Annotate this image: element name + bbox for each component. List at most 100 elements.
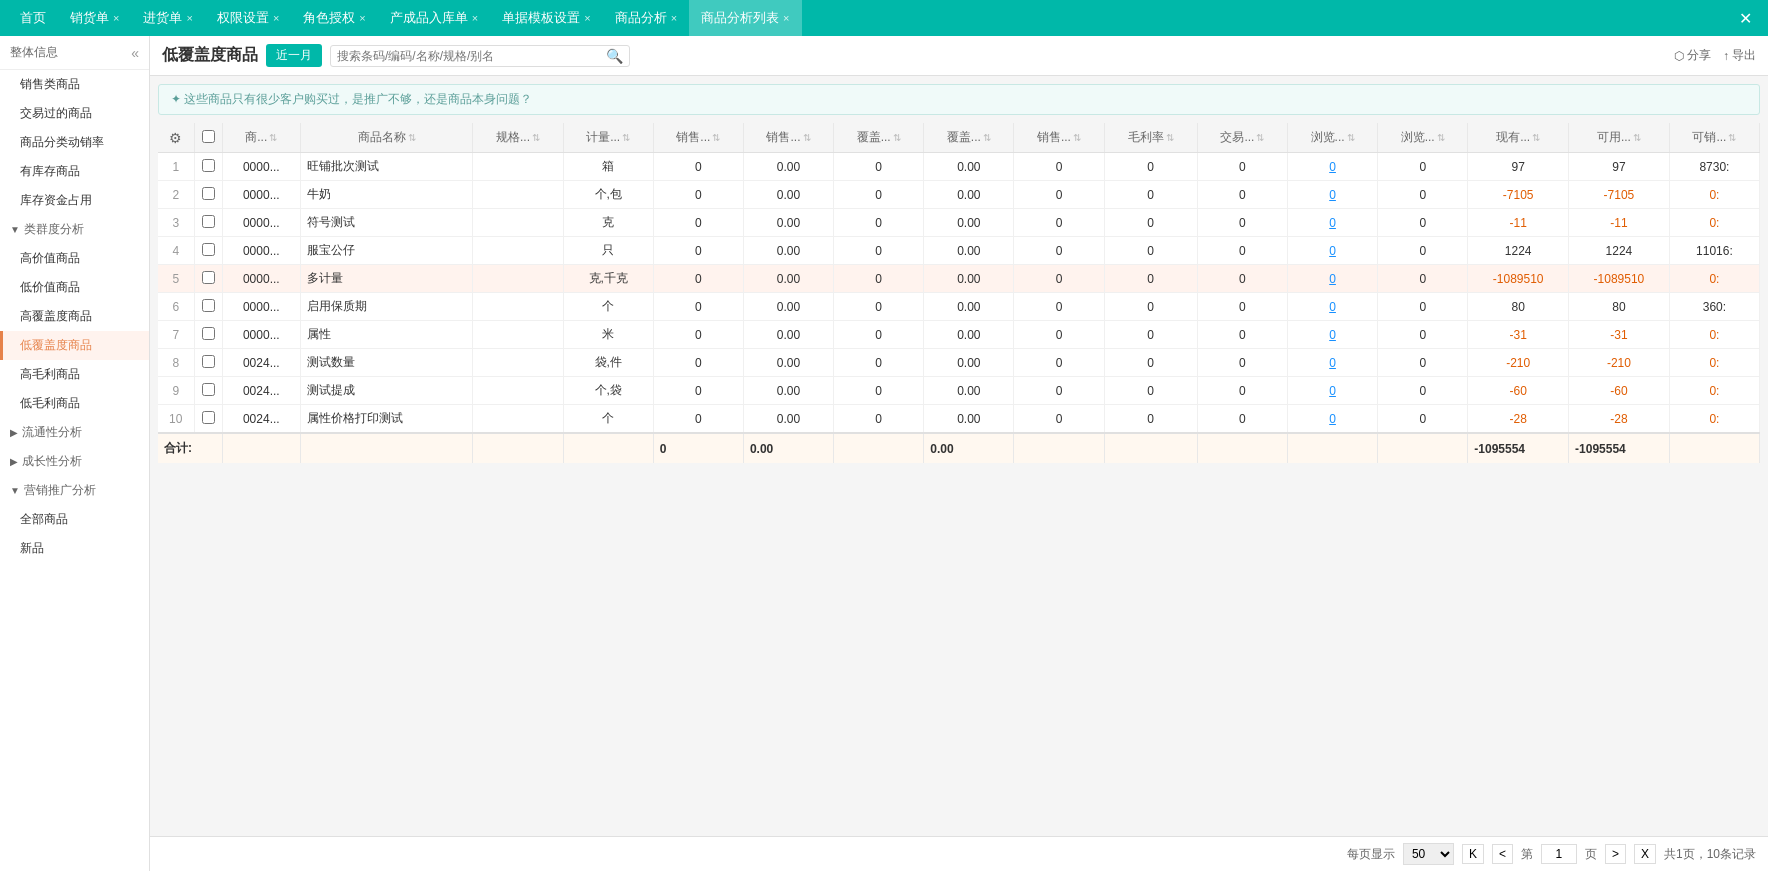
- th-unit[interactable]: 计量...⇅: [563, 123, 653, 153]
- th-spec[interactable]: 规格...⇅: [473, 123, 563, 153]
- nav-sales-order[interactable]: 销货单 ×: [58, 0, 131, 36]
- sidebar-section-growth[interactable]: ▶ 成长性分析: [0, 447, 149, 476]
- period-button[interactable]: 近一月: [266, 44, 322, 67]
- row-browse1[interactable]: 0: [1287, 153, 1377, 181]
- sidebar-item-in-stock[interactable]: 有库存商品: [0, 157, 149, 186]
- th-cover1[interactable]: 覆盖...⇅: [834, 123, 924, 153]
- sidebar-item-sales-goods[interactable]: 销售类商品: [0, 70, 149, 99]
- row-browse1[interactable]: 0: [1287, 209, 1377, 237]
- sidebar-item-low-coverage[interactable]: 低覆盖度商品: [0, 331, 149, 360]
- nav-role-auth[interactable]: 角色授权 ×: [291, 0, 377, 36]
- nav-close-purchase[interactable]: ×: [186, 12, 192, 24]
- sidebar-collapse-btn[interactable]: «: [131, 45, 139, 61]
- row-checkbox-cell[interactable]: [194, 265, 222, 293]
- row-checkbox-cell[interactable]: [194, 405, 222, 434]
- row-checkbox[interactable]: [202, 243, 215, 256]
- nav-close-template[interactable]: ×: [584, 12, 590, 24]
- nav-close-finished[interactable]: ×: [472, 12, 478, 24]
- sidebar-section-liquidity[interactable]: ▶ 流通性分析: [0, 418, 149, 447]
- sidebar-section-category[interactable]: ▼ 类群度分析: [0, 215, 149, 244]
- sidebar-item-high-coverage[interactable]: 高覆盖度商品: [0, 302, 149, 331]
- row-checkbox[interactable]: [202, 187, 215, 200]
- row-checkbox-cell[interactable]: [194, 237, 222, 265]
- table-row: 9 0024... 测试提成 个,袋 0 0.00 0 0.00 0 0 0 0…: [158, 377, 1760, 405]
- sidebar-item-all-goods[interactable]: 全部商品: [0, 505, 149, 534]
- th-browse2[interactable]: 浏览...⇅: [1378, 123, 1468, 153]
- next-page-btn[interactable]: >: [1605, 844, 1626, 864]
- prev-page-btn[interactable]: <: [1492, 844, 1513, 864]
- nav-close-role[interactable]: ×: [359, 12, 365, 24]
- row-browse1[interactable]: 0: [1287, 265, 1377, 293]
- row-checkbox[interactable]: [202, 383, 215, 396]
- th-margin[interactable]: 毛利率⇅: [1104, 123, 1197, 153]
- th-trade[interactable]: 交易...⇅: [1197, 123, 1287, 153]
- row-browse1[interactable]: 0: [1287, 377, 1377, 405]
- nav-purchase-order[interactable]: 进货单 ×: [131, 0, 204, 36]
- nav-close-sales[interactable]: ×: [113, 12, 119, 24]
- total-page-label: 页: [1585, 846, 1597, 863]
- row-browse1[interactable]: 0: [1287, 405, 1377, 434]
- window-close-button[interactable]: ✕: [1731, 9, 1760, 28]
- sidebar-section-marketing[interactable]: ▼ 营销推广分析: [0, 476, 149, 505]
- settings-icon[interactable]: ⚙: [169, 130, 182, 146]
- row-checkbox-cell[interactable]: [194, 321, 222, 349]
- nav-home[interactable]: 首页: [8, 0, 58, 36]
- row-checkbox-cell[interactable]: [194, 377, 222, 405]
- th-sales2[interactable]: 销售...⇅: [743, 123, 833, 153]
- row-checkbox[interactable]: [202, 159, 215, 172]
- row-checkbox-cell[interactable]: [194, 181, 222, 209]
- row-checkbox[interactable]: [202, 215, 215, 228]
- th-name[interactable]: 商品名称⇅: [301, 123, 473, 153]
- nav-template-settings[interactable]: 单据模板设置 ×: [490, 0, 602, 36]
- sidebar-item-stock-capital[interactable]: 库存资金占用: [0, 186, 149, 215]
- row-checkbox-cell[interactable]: [194, 153, 222, 181]
- table-container[interactable]: ⚙ 商...⇅ 商品名称⇅ 规格...⇅ 计量...⇅ 销售...⇅ 销售...…: [158, 123, 1760, 836]
- th-checkbox[interactable]: [194, 123, 222, 153]
- page-number-input[interactable]: [1541, 844, 1577, 864]
- nav-close-permissions[interactable]: ×: [273, 12, 279, 24]
- last-page-btn[interactable]: X: [1634, 844, 1656, 864]
- row-browse1[interactable]: 0: [1287, 349, 1377, 377]
- row-checkbox[interactable]: [202, 355, 215, 368]
- nav-close-analysis[interactable]: ×: [671, 12, 677, 24]
- row-checkbox-cell[interactable]: [194, 209, 222, 237]
- row-browse2: 0: [1378, 265, 1468, 293]
- nav-finished-goods[interactable]: 产成品入库单 ×: [378, 0, 490, 36]
- th-code[interactable]: 商...⇅: [222, 123, 301, 153]
- nav-product-analysis[interactable]: 商品分析 ×: [603, 0, 689, 36]
- first-page-btn[interactable]: K: [1462, 844, 1484, 864]
- export-button[interactable]: ↑ 导出: [1723, 47, 1756, 64]
- page-size-select[interactable]: 50 100 200: [1403, 843, 1454, 865]
- sidebar-item-high-margin[interactable]: 高毛利商品: [0, 360, 149, 389]
- row-checkbox[interactable]: [202, 271, 215, 284]
- row-browse1[interactable]: 0: [1287, 181, 1377, 209]
- row-checkbox[interactable]: [202, 327, 215, 340]
- row-browse1[interactable]: 0: [1287, 321, 1377, 349]
- select-all-checkbox[interactable]: [202, 130, 215, 143]
- th-available[interactable]: 可用...⇅: [1569, 123, 1670, 153]
- th-browse1[interactable]: 浏览...⇅: [1287, 123, 1377, 153]
- nav-close-analysis-list[interactable]: ×: [783, 12, 789, 24]
- row-checkbox-cell[interactable]: [194, 293, 222, 321]
- sidebar-item-low-value[interactable]: 低价值商品: [0, 273, 149, 302]
- row-checkbox[interactable]: [202, 299, 215, 312]
- th-cover2[interactable]: 覆盖...⇅: [924, 123, 1014, 153]
- sidebar-item-traded-goods[interactable]: 交易过的商品: [0, 99, 149, 128]
- row-browse1[interactable]: 0: [1287, 293, 1377, 321]
- sidebar-item-low-margin[interactable]: 低毛利商品: [0, 389, 149, 418]
- th-sales3[interactable]: 销售...⇅: [1014, 123, 1104, 153]
- th-settings[interactable]: ⚙: [158, 123, 194, 153]
- sidebar-item-category-rate[interactable]: 商品分类动销率: [0, 128, 149, 157]
- sidebar-item-new-goods[interactable]: 新品: [0, 534, 149, 563]
- row-checkbox-cell[interactable]: [194, 349, 222, 377]
- search-input[interactable]: [337, 49, 606, 63]
- share-button[interactable]: ⬡ 分享: [1674, 47, 1711, 64]
- row-checkbox[interactable]: [202, 411, 215, 424]
- th-sales1[interactable]: 销售...⇅: [653, 123, 743, 153]
- th-saleable[interactable]: 可销...⇅: [1669, 123, 1759, 153]
- nav-permissions[interactable]: 权限设置 ×: [205, 0, 291, 36]
- sidebar-item-high-value[interactable]: 高价值商品: [0, 244, 149, 273]
- nav-analysis-list[interactable]: 商品分析列表 ×: [689, 0, 801, 36]
- th-current[interactable]: 现有...⇅: [1468, 123, 1569, 153]
- row-browse1[interactable]: 0: [1287, 237, 1377, 265]
